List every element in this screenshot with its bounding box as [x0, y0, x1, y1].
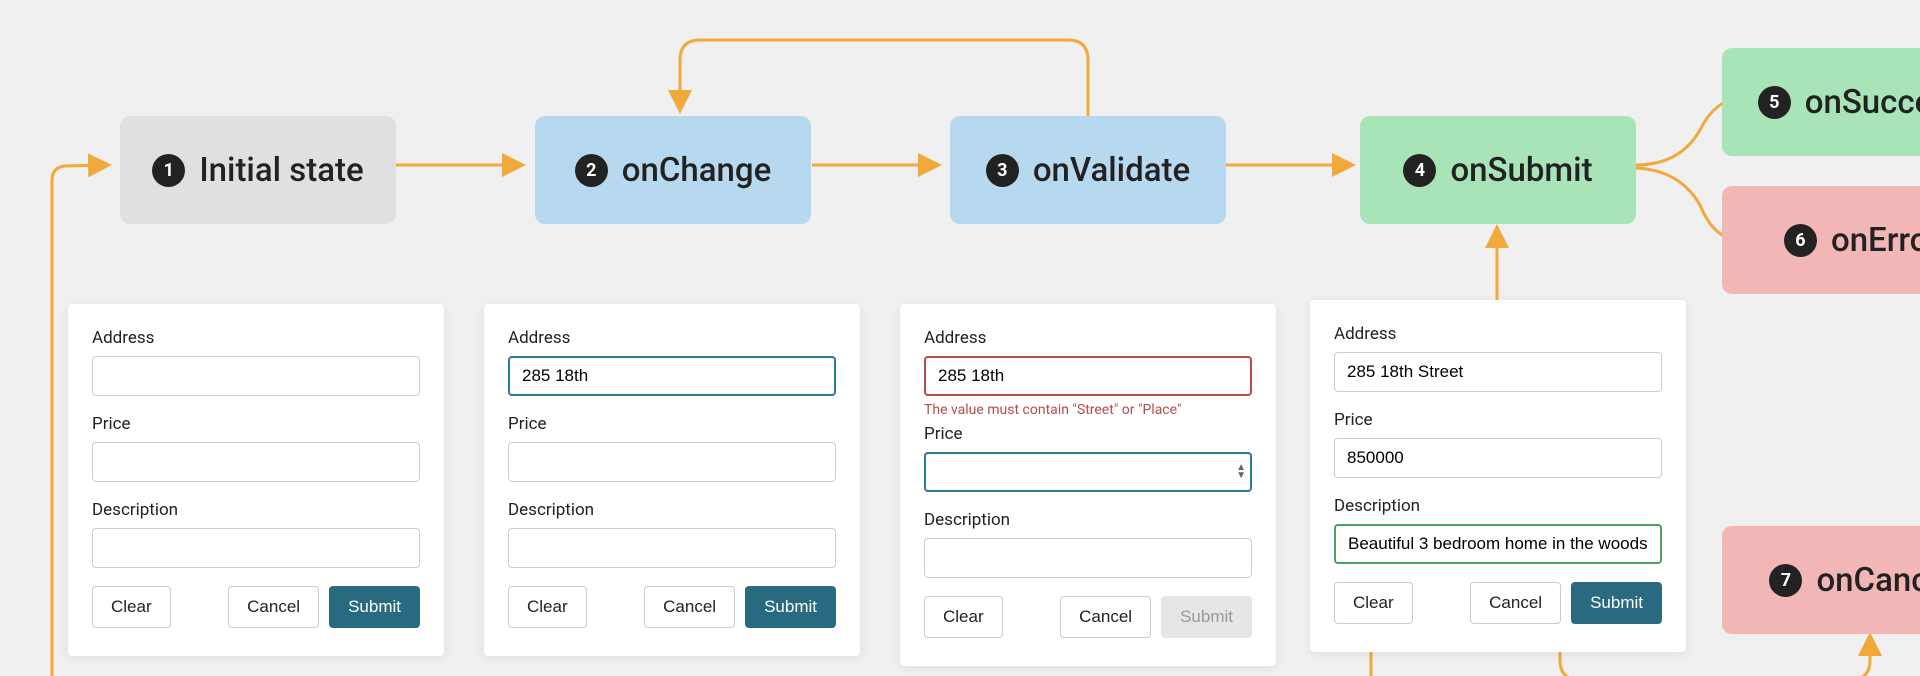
stage-onsuccess: 5 onSuccess — [1722, 48, 1920, 156]
cancel-button[interactable]: Cancel — [1060, 596, 1151, 638]
label-address: Address — [1334, 324, 1662, 344]
stage-onchange: 2 onChange — [535, 116, 811, 224]
stage-oncancel: 7 onCancel — [1722, 526, 1920, 634]
price-input[interactable] — [1334, 438, 1662, 478]
form-card-initial: Address Price Description Clear Cancel S… — [68, 304, 444, 656]
description-input[interactable] — [1334, 524, 1662, 564]
cancel-button[interactable]: Cancel — [1470, 582, 1561, 624]
cancel-button[interactable]: Cancel — [644, 586, 735, 628]
label-address: Address — [508, 328, 836, 348]
badge-3: 3 — [986, 154, 1019, 187]
label-description: Description — [508, 500, 836, 520]
label-price: Price — [92, 414, 420, 434]
address-error: The value must contain "Street" or "Plac… — [924, 402, 1252, 418]
form-card-onvalidate: Address The value must contain "Street" … — [900, 304, 1276, 666]
label-price: Price — [1334, 410, 1662, 430]
badge-5: 5 — [1758, 86, 1791, 119]
stage-onvalidate: 3 onValidate — [950, 116, 1226, 224]
cancel-button[interactable]: Cancel — [228, 586, 319, 628]
clear-button[interactable]: Clear — [924, 596, 1003, 638]
stage-onchange-label: onChange — [622, 151, 772, 190]
address-input[interactable] — [508, 356, 836, 396]
label-address: Address — [924, 328, 1252, 348]
address-input[interactable] — [92, 356, 420, 396]
description-input[interactable] — [924, 538, 1252, 578]
label-address: Address — [92, 328, 420, 348]
clear-button[interactable]: Clear — [508, 586, 587, 628]
clear-button[interactable]: Clear — [1334, 582, 1413, 624]
price-input[interactable] — [508, 442, 836, 482]
stage-onsubmit-label: onSubmit — [1450, 151, 1592, 190]
stage-onerror: 6 onError — [1722, 186, 1920, 294]
submit-button[interactable]: Submit — [1161, 596, 1252, 638]
stage-onerror-label: onError — [1831, 221, 1920, 260]
submit-button[interactable]: Submit — [329, 586, 420, 628]
stage-initial-label: Initial state — [199, 151, 363, 190]
price-input[interactable] — [924, 452, 1252, 492]
clear-button[interactable]: Clear — [92, 586, 171, 628]
description-input[interactable] — [92, 528, 420, 568]
address-input[interactable] — [924, 356, 1252, 396]
label-price: Price — [508, 414, 836, 434]
badge-7: 7 — [1769, 564, 1802, 597]
submit-button[interactable]: Submit — [1571, 582, 1662, 624]
badge-4: 4 — [1403, 154, 1436, 187]
stage-initial: 1 Initial state — [120, 116, 396, 224]
form-card-onsubmit: Address Price Description Clear Cancel S… — [1310, 300, 1686, 652]
label-price: Price — [924, 424, 1252, 444]
stage-onvalidate-label: onValidate — [1033, 151, 1190, 190]
badge-1: 1 — [152, 154, 185, 187]
badge-6: 6 — [1784, 224, 1817, 257]
address-input[interactable] — [1334, 352, 1662, 392]
label-description: Description — [924, 510, 1252, 530]
description-input[interactable] — [508, 528, 836, 568]
label-description: Description — [92, 500, 420, 520]
price-input[interactable] — [92, 442, 420, 482]
submit-button[interactable]: Submit — [745, 586, 836, 628]
label-description: Description — [1334, 496, 1662, 516]
stage-onsubmit: 4 onSubmit — [1360, 116, 1636, 224]
stage-onsuccess-label: onSuccess — [1805, 83, 1920, 122]
form-card-onchange: Address Price Description Clear Cancel S… — [484, 304, 860, 656]
badge-2: 2 — [575, 154, 608, 187]
stage-oncancel-label: onCancel — [1816, 561, 1920, 600]
